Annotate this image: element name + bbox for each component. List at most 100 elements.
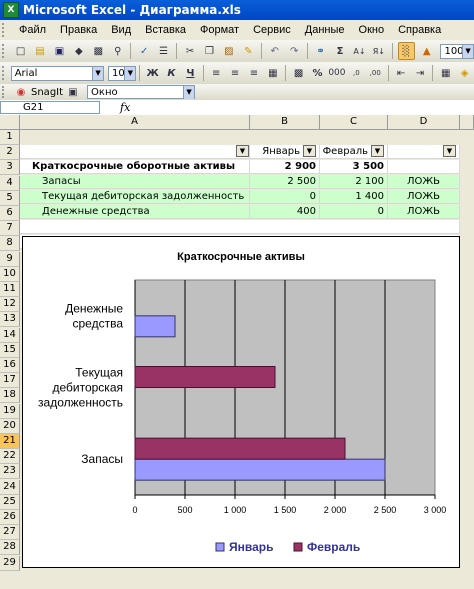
- column-header-b[interactable]: B: [250, 115, 320, 130]
- paste-icon[interactable]: ▨: [221, 43, 236, 59]
- print-icon[interactable]: ▩: [91, 43, 106, 59]
- row-header-14[interactable]: 14: [0, 327, 20, 343]
- row-header-29[interactable]: 29: [0, 555, 20, 571]
- zoom-combo[interactable]: 100% ▼: [440, 43, 474, 59]
- row-header-7[interactable]: 7: [0, 221, 20, 237]
- row-header-10[interactable]: 10: [0, 266, 20, 282]
- sort-ascending-icon[interactable]: A↓: [352, 43, 367, 59]
- cell-c5[interactable]: 1 400: [320, 190, 388, 204]
- spelling-icon[interactable]: ✓: [136, 43, 151, 59]
- row-header-11[interactable]: 11: [0, 282, 20, 297]
- redo-icon[interactable]: ↷: [286, 43, 301, 59]
- research-icon[interactable]: ☰: [156, 43, 171, 59]
- italic-icon[interactable]: К: [164, 65, 179, 81]
- autosum-icon[interactable]: Σ: [332, 43, 347, 59]
- row-header-19[interactable]: 19: [0, 403, 20, 419]
- align-center-icon[interactable]: ≡: [228, 65, 243, 81]
- print-preview-icon[interactable]: ⚲: [110, 43, 125, 59]
- function-icon[interactable]: fx: [120, 101, 130, 114]
- font-combo[interactable]: Arial ▼: [10, 65, 105, 81]
- new-icon[interactable]: □: [13, 43, 28, 59]
- align-left-icon[interactable]: ≡: [209, 65, 224, 81]
- cell-b2[interactable]: Январь ▼: [250, 145, 320, 159]
- toolbar-grip[interactable]: [2, 44, 8, 58]
- cell-c2[interactable]: Февраль ▼: [320, 145, 388, 159]
- percent-icon[interactable]: %: [310, 65, 325, 81]
- chevron-down-icon[interactable]: ▼: [92, 66, 104, 80]
- chevron-down-icon[interactable]: ▼: [183, 86, 195, 99]
- open-icon[interactable]: ▤: [32, 43, 47, 59]
- row-header-26[interactable]: 26: [0, 510, 20, 525]
- cell-a4[interactable]: Запасы: [20, 175, 250, 189]
- row-7-cells[interactable]: [20, 220, 460, 234]
- column-header-c[interactable]: C: [320, 115, 388, 130]
- font-size-combo[interactable]: 10 ▼: [108, 65, 137, 81]
- menu-format[interactable]: Формат: [193, 24, 246, 36]
- cell-c6[interactable]: 0: [320, 205, 388, 219]
- cell-d6[interactable]: ЛОЖЬ: [388, 205, 460, 219]
- permission-icon[interactable]: ◆: [71, 43, 86, 59]
- row-header-28[interactable]: 28: [0, 540, 20, 556]
- cell-d4[interactable]: ЛОЖЬ: [388, 175, 460, 189]
- merge-center-icon[interactable]: ▦: [265, 65, 280, 81]
- chart-object[interactable]: Краткосрочные активы 0 500 1 000 1 500 2 000 2…: [22, 236, 460, 568]
- filter-dropdown-icon[interactable]: ▼: [236, 145, 249, 157]
- filter-dropdown-icon[interactable]: ▼: [303, 145, 316, 157]
- currency-icon[interactable]: ▩: [291, 65, 306, 81]
- menu-view[interactable]: Вид: [104, 24, 138, 36]
- save-icon[interactable]: ▣: [52, 43, 67, 59]
- row-header-27[interactable]: 27: [0, 525, 20, 541]
- cell-a2[interactable]: ▼: [20, 145, 250, 159]
- snagit-icon[interactable]: ◉: [13, 84, 29, 100]
- filter-dropdown-icon[interactable]: ▼: [443, 145, 456, 157]
- select-all-corner[interactable]: [0, 115, 20, 130]
- borders-icon[interactable]: ▦: [438, 65, 453, 81]
- cell-d5[interactable]: ЛОЖЬ: [388, 190, 460, 204]
- row-header-9[interactable]: 9: [0, 251, 20, 267]
- row-header-12[interactable]: 12: [0, 297, 20, 313]
- row-header-24[interactable]: 24: [0, 479, 20, 495]
- row-header-6[interactable]: 6: [0, 206, 20, 221]
- undo-icon[interactable]: ↶: [267, 43, 282, 59]
- row-header-23[interactable]: 23: [0, 464, 20, 480]
- column-header-d[interactable]: D: [388, 115, 460, 130]
- excel-icon[interactable]: X: [3, 2, 19, 18]
- row-header-13[interactable]: 13: [0, 312, 20, 328]
- menu-edit[interactable]: Правка: [53, 24, 104, 36]
- snagit-label[interactable]: SnagIt: [31, 87, 63, 98]
- bold-icon[interactable]: Ж: [145, 65, 160, 81]
- capture-mode-combo[interactable]: Окно ▼: [87, 85, 196, 99]
- drawing-icon[interactable]: ▲: [419, 43, 434, 59]
- row-header-25[interactable]: 25: [0, 494, 20, 510]
- row-header-22[interactable]: 22: [0, 449, 20, 465]
- row-header-4[interactable]: 4: [0, 175, 20, 191]
- cell-b6[interactable]: 400: [250, 205, 320, 219]
- menu-data[interactable]: Данные: [298, 24, 352, 36]
- row-header-8[interactable]: 8: [0, 236, 20, 252]
- menu-window[interactable]: Окно: [352, 24, 392, 36]
- row-header-16[interactable]: 16: [0, 358, 20, 373]
- row-header-15[interactable]: 15: [0, 342, 20, 358]
- copy-icon[interactable]: ❐: [202, 43, 217, 59]
- chevron-down-icon[interactable]: ▼: [462, 44, 474, 58]
- increase-indent-icon[interactable]: ⇥: [412, 65, 427, 81]
- thousands-icon[interactable]: 000: [328, 65, 345, 81]
- cell-d2[interactable]: ▼: [388, 145, 460, 159]
- chart-wizard-icon[interactable]: ░: [397, 42, 416, 60]
- cell-a5[interactable]: Текущая дебиторская задолженность: [20, 190, 250, 204]
- row-header-2[interactable]: 2: [0, 145, 20, 161]
- row-header-18[interactable]: 18: [0, 388, 20, 404]
- cut-icon[interactable]: ✂: [182, 43, 197, 59]
- increase-decimal-icon[interactable]: ,0: [349, 65, 364, 81]
- row-header-3[interactable]: 3: [0, 160, 20, 176]
- align-right-icon[interactable]: ≡: [246, 65, 261, 81]
- fill-color-icon[interactable]: ◈: [457, 65, 472, 81]
- sort-descending-icon[interactable]: Я↓: [371, 43, 386, 59]
- toolbar-grip[interactable]: [2, 86, 8, 98]
- cell-a3[interactable]: Краткосрочные оборотные активы: [20, 160, 250, 174]
- decrease-decimal-icon[interactable]: ,00: [368, 65, 383, 81]
- cell-c4[interactable]: 2 100: [320, 175, 388, 189]
- column-header-e[interactable]: [460, 115, 474, 130]
- hyperlink-icon[interactable]: ⚭: [313, 43, 328, 59]
- capture-icon[interactable]: ▣: [65, 84, 81, 100]
